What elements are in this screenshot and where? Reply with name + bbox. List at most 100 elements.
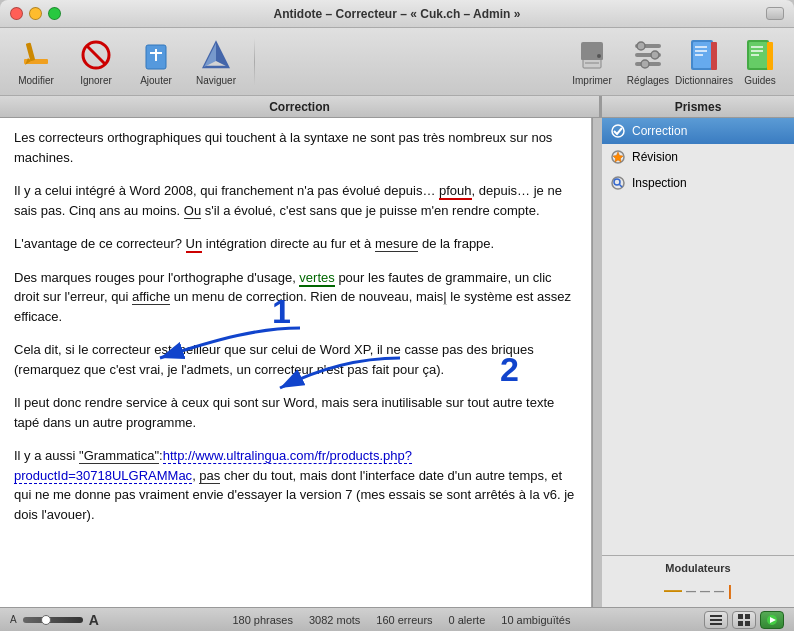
link-mesure[interactable]: mesure xyxy=(375,236,418,252)
svg-rect-25 xyxy=(695,46,707,48)
paragraph-5: Cela dit, si le correcteur est meilleur … xyxy=(14,340,577,379)
slider-thumb xyxy=(41,615,51,625)
ignorer-button[interactable]: Ignorer xyxy=(68,33,124,90)
ignorer-label: Ignorer xyxy=(80,75,112,86)
naviguer-icon xyxy=(198,37,234,73)
modulateurs-section: Modulateurs — – – – | xyxy=(602,555,794,607)
guides-label: Guides xyxy=(744,75,776,86)
ajouter-label: Ajouter xyxy=(140,75,172,86)
error-pfouh[interactable]: pfouh xyxy=(439,183,472,200)
stat-ambiguite: 10 ambiguïtés xyxy=(501,614,570,626)
title-bar: Antidote – Correcteur – « Cuk.ch – Admin… xyxy=(0,0,794,28)
dictionnaires-button[interactable]: Dictionnaires xyxy=(678,33,730,90)
prismes-header: Prismes xyxy=(602,100,794,114)
paragraph-4: Des marques rouges pour l'orthographe d'… xyxy=(14,268,577,327)
svg-point-37 xyxy=(612,125,624,137)
paragraph-6: Il peut donc rendre service à ceux qui s… xyxy=(14,393,577,432)
status-bar: A A 180 phrases 3082 mots 160 erreurs 0 … xyxy=(0,607,794,631)
error-vertes[interactable]: vertes xyxy=(299,270,334,287)
font-size-slider[interactable] xyxy=(23,617,83,623)
stat-mots: 3082 mots xyxy=(309,614,360,626)
prisme-item-inspection[interactable]: Inspection xyxy=(602,170,794,196)
paragraph-2: Il y a celui intégré à Word 2008, qui fr… xyxy=(14,181,577,220)
mod-dash-2: – xyxy=(686,580,696,601)
toolbar-right: Imprimer Réglages xyxy=(566,33,786,90)
link-ou[interactable]: Ou xyxy=(184,203,201,219)
link-pas[interactable]: pas xyxy=(199,468,220,484)
naviguer-label: Naviguer xyxy=(196,75,236,86)
svg-rect-32 xyxy=(751,50,763,52)
close-button[interactable] xyxy=(10,7,23,20)
prisme-item-revision[interactable]: Révision xyxy=(602,144,794,170)
svg-line-42 xyxy=(620,185,623,188)
svg-rect-44 xyxy=(710,619,722,621)
svg-rect-48 xyxy=(738,621,743,626)
svg-rect-31 xyxy=(751,46,763,48)
right-panel: Correction Révision xyxy=(602,118,794,607)
dictionnaires-icon xyxy=(686,37,722,73)
resize-handle[interactable] xyxy=(592,118,602,607)
link-affiche[interactable]: affiche xyxy=(132,289,170,305)
reglages-icon xyxy=(630,37,666,73)
text-area[interactable]: Les correcteurs orthographiques qui touc… xyxy=(0,118,592,607)
svg-point-41 xyxy=(614,179,620,185)
correction-header: Correction xyxy=(0,100,599,114)
svg-rect-34 xyxy=(767,42,773,70)
mod-dash-1: — xyxy=(664,580,682,601)
font-size-large-a: A xyxy=(89,612,99,628)
guides-icon xyxy=(742,37,778,73)
grid-view-icon xyxy=(737,613,751,627)
paragraph-3: L'avantage de ce correcteur? Un intégrat… xyxy=(14,234,577,254)
guides-button[interactable]: Guides xyxy=(734,33,786,90)
list-view-icon xyxy=(709,613,723,627)
font-size-small-a: A xyxy=(10,614,17,625)
svg-rect-33 xyxy=(751,54,759,56)
modulateurs-controls: — – – – | xyxy=(608,580,788,601)
prisme-item-correction[interactable]: Correction xyxy=(602,118,794,144)
status-btn-grid[interactable] xyxy=(732,611,756,629)
imprimer-icon xyxy=(574,37,610,73)
svg-line-4 xyxy=(87,46,105,64)
modifier-button[interactable]: Modifier xyxy=(8,33,64,90)
status-btn-go[interactable] xyxy=(760,611,784,629)
revision-label: Révision xyxy=(632,150,678,164)
svg-rect-46 xyxy=(738,614,743,619)
minimize-button[interactable] xyxy=(29,7,42,20)
ajouter-button[interactable]: Ajouter xyxy=(128,33,184,90)
svg-rect-43 xyxy=(710,615,722,617)
svg-rect-45 xyxy=(710,623,722,625)
status-stats: 180 phrases 3082 mots 160 erreurs 0 aler… xyxy=(115,614,688,626)
toolbar: Modifier Ignorer Ajouter xyxy=(0,28,794,96)
svg-point-22 xyxy=(641,60,649,68)
main-area: Les correcteurs orthographiques qui touc… xyxy=(0,118,794,607)
status-left: A A xyxy=(10,612,99,628)
paragraph-7: Il y a aussi "Grammatica":http://www.ult… xyxy=(14,446,577,524)
modifier-icon xyxy=(18,37,54,73)
correction-label: Correction xyxy=(632,124,687,138)
dictionnaires-label: Dictionnaires xyxy=(675,75,733,86)
stat-alerte: 0 alerte xyxy=(449,614,486,626)
link-grammatica[interactable]: "Grammatica" xyxy=(79,448,159,464)
mod-dash-3: – xyxy=(700,580,710,601)
imprimer-label: Imprimer xyxy=(572,75,611,86)
modulateurs-title: Modulateurs xyxy=(608,562,788,574)
imprimer-button[interactable]: Imprimer xyxy=(566,33,618,90)
go-icon xyxy=(765,613,779,627)
svg-rect-26 xyxy=(695,50,707,52)
stat-phrases: 180 phrases xyxy=(232,614,293,626)
error-un[interactable]: Un xyxy=(186,236,203,253)
collapse-button[interactable] xyxy=(766,7,784,20)
prismes-list: Correction Révision xyxy=(602,118,794,555)
stat-erreurs: 160 erreurs xyxy=(376,614,432,626)
maximize-button[interactable] xyxy=(48,7,61,20)
inspection-search-icon xyxy=(610,175,626,191)
modifier-label: Modifier xyxy=(18,75,54,86)
revision-star-icon xyxy=(610,149,626,165)
ignorer-icon xyxy=(78,37,114,73)
inspection-label: Inspection xyxy=(632,176,687,190)
svg-rect-14 xyxy=(585,62,599,64)
status-btn-list[interactable] xyxy=(704,611,728,629)
naviguer-button[interactable]: Naviguer xyxy=(188,33,244,90)
ajouter-icon xyxy=(138,37,174,73)
reglages-button[interactable]: Réglages xyxy=(622,33,674,90)
